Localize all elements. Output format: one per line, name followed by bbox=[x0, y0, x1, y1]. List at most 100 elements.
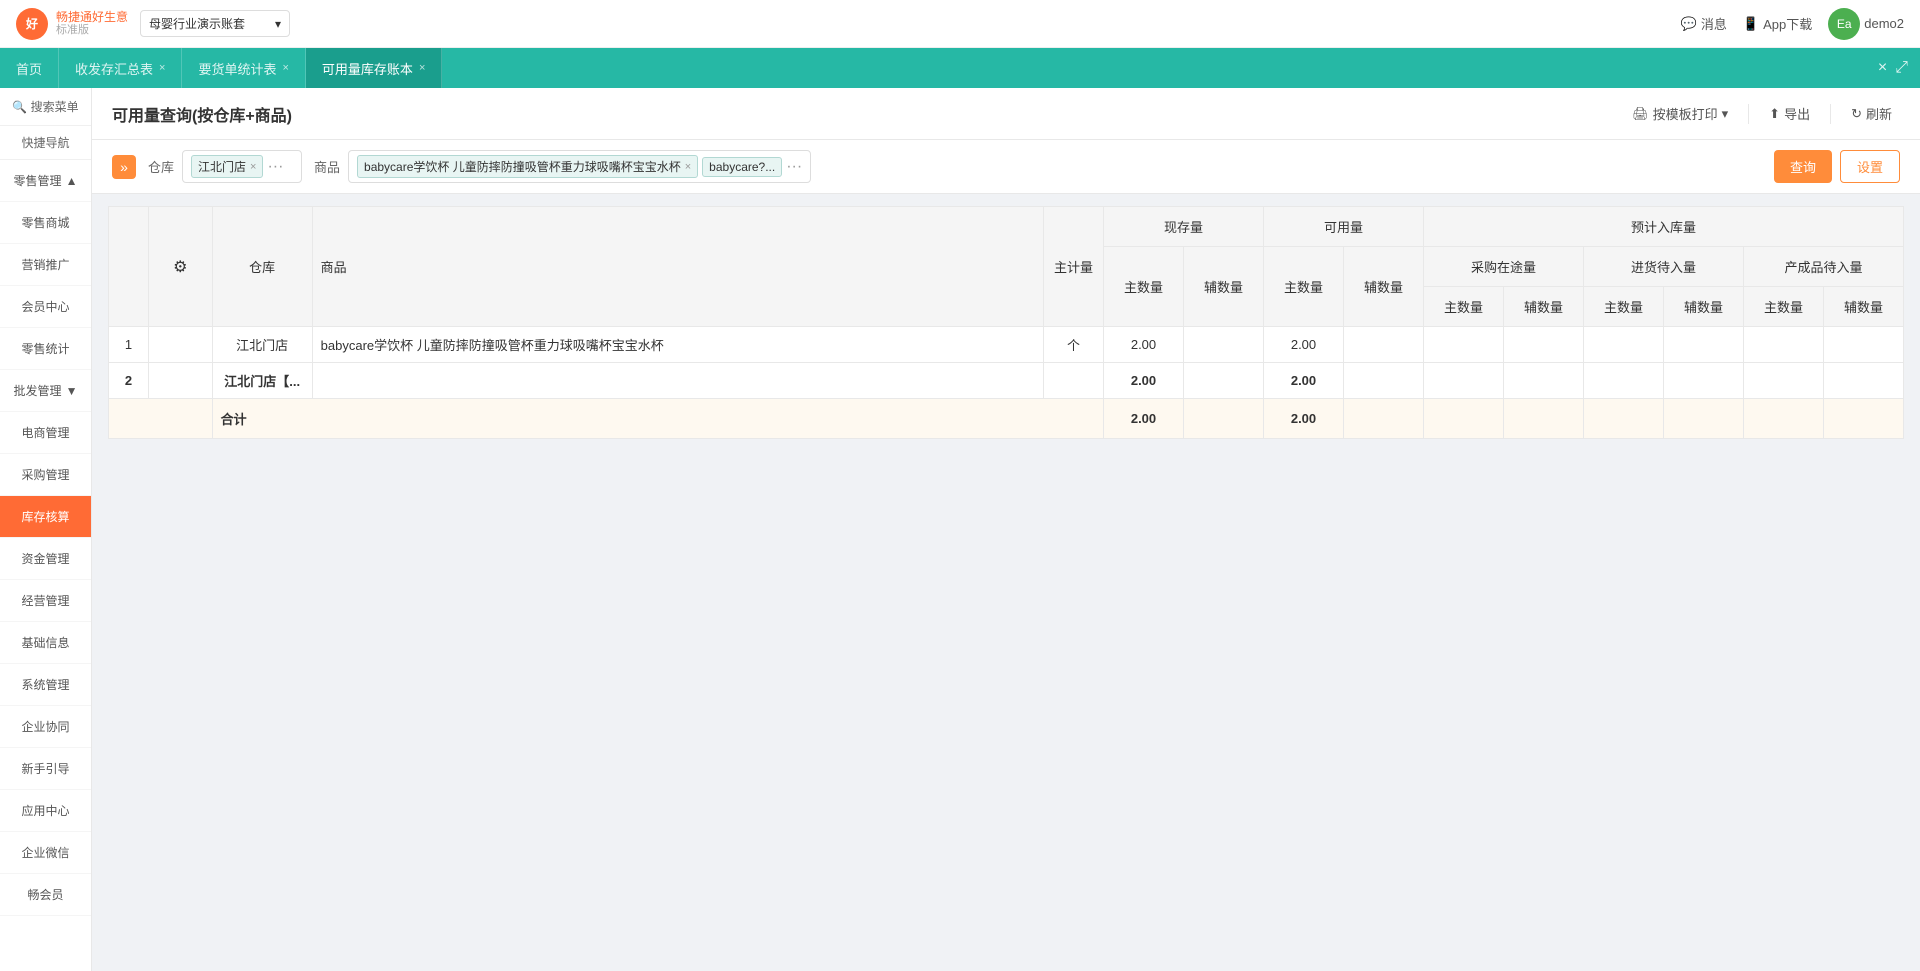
query-button[interactable]: 查询 bbox=[1774, 150, 1832, 183]
row1-warehouse: 江北门店 bbox=[212, 327, 312, 363]
total-prod-aux bbox=[1824, 399, 1904, 439]
print-template-btn[interactable]: 🖨 按模板打印 ▾ bbox=[1624, 100, 1736, 127]
total-pt-main bbox=[1424, 399, 1504, 439]
sidebar-item-retail-mgmt[interactable]: 零售管理 ▲ bbox=[0, 160, 91, 202]
logo-icon: 好 bbox=[16, 8, 48, 40]
th-avail-main: 主数量 bbox=[1264, 247, 1344, 327]
th-gear[interactable]: ⚙ bbox=[149, 207, 213, 327]
data-table: ⚙ 仓库 商品 主计量 现存量 可用量 预计入库量 主数量 辅数量 主数量 辅数… bbox=[108, 206, 1904, 439]
total-label: 合计 bbox=[212, 399, 1103, 439]
chevron-down-icon-print: ▾ bbox=[1722, 106, 1729, 122]
total-avail-main: 2.00 bbox=[1264, 399, 1344, 439]
sidebar-item-finance-mgmt[interactable]: 资金管理 bbox=[0, 538, 91, 580]
sidebar-item-ecommerce-mgmt[interactable]: 电商管理 bbox=[0, 412, 91, 454]
th-purchase-pending: 进货待入量 bbox=[1584, 247, 1744, 287]
tab-close-available-stock[interactable]: × bbox=[419, 62, 425, 74]
divider2 bbox=[1830, 104, 1831, 124]
th-pt-aux: 辅数量 bbox=[1504, 287, 1584, 327]
product-tag1-close[interactable]: × bbox=[685, 161, 691, 173]
th-warehouse: 仓库 bbox=[212, 207, 312, 327]
message-nav[interactable]: 💬 消息 bbox=[1681, 14, 1727, 33]
app-download-nav[interactable]: 📱 App下载 bbox=[1743, 14, 1812, 33]
filter-expand-btn[interactable]: » bbox=[112, 155, 136, 179]
row1-pp-aux bbox=[1664, 327, 1744, 363]
th-prod-main: 主数量 bbox=[1744, 287, 1824, 327]
top-bar-left: 好 畅捷通好生意 标准版 母婴行业演示账套 ▾ bbox=[16, 8, 290, 40]
th-current-stock: 现存量 bbox=[1104, 207, 1264, 247]
sidebar-item-marketing[interactable]: 营销推广 bbox=[0, 244, 91, 286]
sidebar-item-basic-info[interactable]: 基础信息 bbox=[0, 622, 91, 664]
sidebar-item-enterprise-wechat[interactable]: 企业微信 bbox=[0, 832, 91, 874]
sidebar-item-app-center[interactable]: 应用中心 bbox=[0, 790, 91, 832]
row2-product bbox=[312, 363, 1043, 399]
sidebar-item-inventory-check[interactable]: 库存核算 bbox=[0, 496, 91, 538]
th-current-aux: 辅数量 bbox=[1184, 247, 1264, 327]
th-seq bbox=[109, 207, 149, 327]
total-current-main: 2.00 bbox=[1104, 399, 1184, 439]
sidebar-item-retail-mall[interactable]: 零售商城 bbox=[0, 202, 91, 244]
close-window-icon[interactable]: × bbox=[1878, 59, 1887, 77]
industry-selector[interactable]: 母婴行业演示账套 ▾ bbox=[140, 10, 290, 37]
sidebar: 🔍 搜索菜单 快捷导航 零售管理 ▲ 零售商城 营销推广 会员中心 零售统计 批… bbox=[0, 88, 92, 971]
sidebar-item-member-center[interactable]: 会员中心 bbox=[0, 286, 91, 328]
sidebar-search[interactable]: 🔍 搜索菜单 bbox=[0, 88, 91, 126]
total-pp-aux bbox=[1664, 399, 1744, 439]
total-prod-main bbox=[1744, 399, 1824, 439]
th-available: 可用量 bbox=[1264, 207, 1424, 247]
total-pt-aux bbox=[1504, 399, 1584, 439]
maximize-window-icon[interactable]: ⤢ bbox=[1895, 59, 1908, 77]
row1-unit: 个 bbox=[1044, 327, 1104, 363]
warehouse-tag-close[interactable]: × bbox=[250, 161, 256, 173]
table-container: ⚙ 仓库 商品 主计量 现存量 可用量 预计入库量 主数量 辅数量 主数量 辅数… bbox=[92, 194, 1920, 971]
tab-close-order-stats[interactable]: × bbox=[282, 62, 288, 74]
product-more[interactable]: ··· bbox=[786, 158, 802, 176]
logo-text: 畅捷通好生意 标准版 bbox=[56, 10, 128, 38]
total-pp-main bbox=[1584, 399, 1664, 439]
row1-gear bbox=[149, 327, 213, 363]
content-area: 可用量查询(按仓库+商品) 🖨 按模板打印 ▾ ⬆ 导出 ↻ 刷新 bbox=[92, 88, 1920, 971]
chevron-icon: ▲ bbox=[66, 174, 78, 188]
setting-button[interactable]: 设置 bbox=[1840, 150, 1900, 183]
sidebar-item-new-guide[interactable]: 新手引导 bbox=[0, 748, 91, 790]
row1-prod-main bbox=[1744, 327, 1824, 363]
row1-current-aux bbox=[1184, 327, 1264, 363]
row2-pt-aux bbox=[1504, 363, 1584, 399]
warehouse-more[interactable]: ··· bbox=[267, 158, 283, 176]
page-title: 可用量查询(按仓库+商品) bbox=[112, 102, 292, 126]
row1-product: babycare学饮杯 儿童防摔防撞吸管杯重力球吸嘴杯宝宝水杯 bbox=[312, 327, 1043, 363]
export-btn[interactable]: ⬆ 导出 bbox=[1761, 100, 1818, 127]
sidebar-quick-nav[interactable]: 快捷导航 bbox=[0, 126, 91, 160]
row2-avail-main: 2.00 bbox=[1264, 363, 1344, 399]
row2-prod-aux bbox=[1824, 363, 1904, 399]
product-input[interactable]: babycare学饮杯 儿童防摔防撞吸管杯重力球吸嘴杯宝宝水杯 × babyca… bbox=[348, 150, 811, 183]
sidebar-item-purchase-mgmt[interactable]: 采购管理 bbox=[0, 454, 91, 496]
chevron-down-icon: ▾ bbox=[275, 17, 281, 31]
warehouse-input[interactable]: 江北门店 × ··· bbox=[182, 150, 302, 183]
th-purchase-transit: 采购在途量 bbox=[1424, 247, 1584, 287]
message-icon: 💬 bbox=[1681, 16, 1697, 32]
tab-receive-summary[interactable]: 收发存汇总表 × bbox=[59, 48, 182, 88]
th-pp-main: 主数量 bbox=[1584, 287, 1664, 327]
th-pp-aux: 辅数量 bbox=[1664, 287, 1744, 327]
sidebar-item-operations-mgmt[interactable]: 经营管理 bbox=[0, 580, 91, 622]
table-row: 1 江北门店 babycare学饮杯 儿童防摔防撞吸管杯重力球吸嘴杯宝宝水杯 个… bbox=[109, 327, 1904, 363]
download-icon: 📱 bbox=[1743, 16, 1759, 32]
logo-area: 好 畅捷通好生意 标准版 bbox=[16, 8, 128, 40]
sidebar-item-enterprise-coop[interactable]: 企业协同 bbox=[0, 706, 91, 748]
sidebar-item-wholesale-mgmt[interactable]: 批发管理 ▼ bbox=[0, 370, 91, 412]
tab-available-stock[interactable]: 可用量库存账本 × bbox=[306, 48, 442, 88]
th-production-pending: 产成品待入量 bbox=[1744, 247, 1904, 287]
tab-home[interactable]: 首页 bbox=[0, 48, 59, 88]
sidebar-item-system-mgmt[interactable]: 系统管理 bbox=[0, 664, 91, 706]
row1-prod-aux bbox=[1824, 327, 1904, 363]
th-avail-aux: 辅数量 bbox=[1344, 247, 1424, 327]
refresh-btn[interactable]: ↻ 刷新 bbox=[1843, 100, 1900, 127]
user-nav[interactable]: Ea demo2 bbox=[1828, 8, 1904, 40]
warehouse-tag: 江北门店 × bbox=[191, 155, 263, 178]
sidebar-item-retail-stats[interactable]: 零售统计 bbox=[0, 328, 91, 370]
tab-close-receive-summary[interactable]: × bbox=[159, 62, 165, 74]
tab-order-stats[interactable]: 要货单统计表 × bbox=[182, 48, 305, 88]
row2-current-main: 2.00 bbox=[1104, 363, 1184, 399]
row1-avail-aux bbox=[1344, 327, 1424, 363]
sidebar-item-vip-member[interactable]: 畅会员 bbox=[0, 874, 91, 916]
